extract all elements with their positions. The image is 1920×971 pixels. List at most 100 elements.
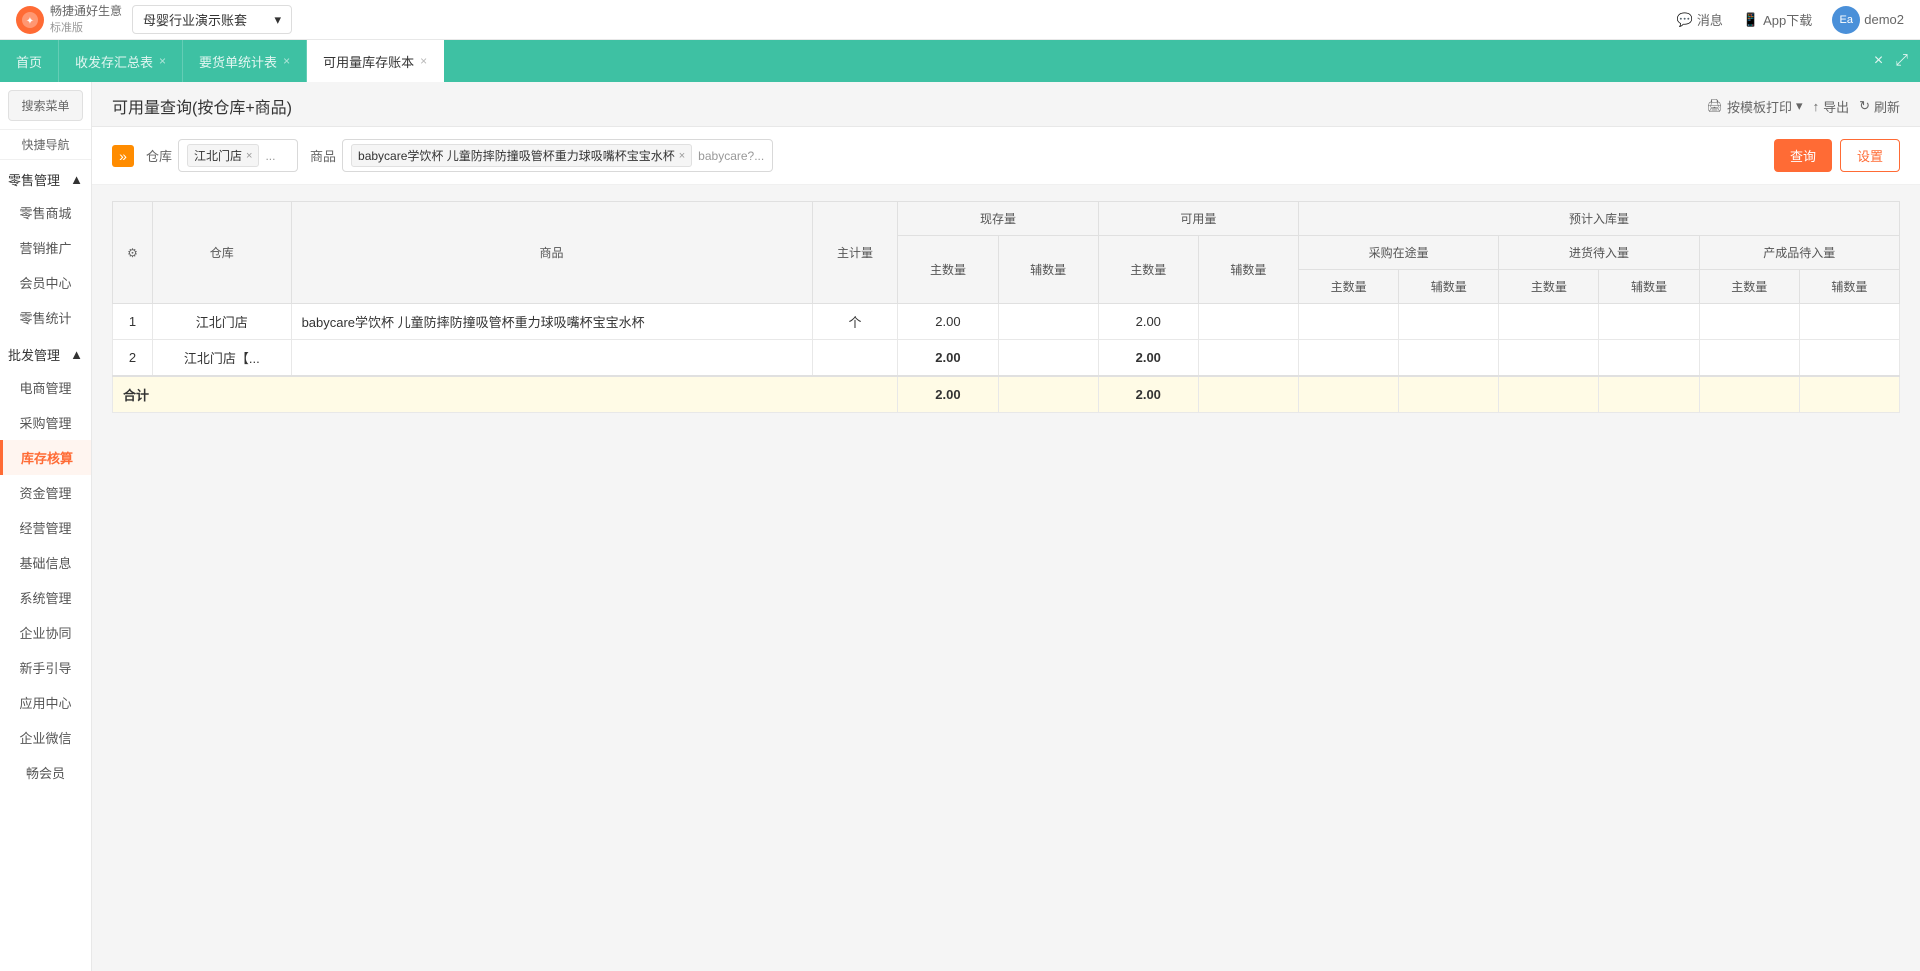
filter-product: 商品 babycare学饮杯 儿童防摔防撞吸管杯重力球吸嘴杯宝宝水杯 × bab… xyxy=(310,139,773,172)
tab-receive[interactable]: 收发存汇总表 × xyxy=(59,40,183,82)
th-product-main: 主数量 xyxy=(1699,270,1799,304)
group-retail-header[interactable]: 零售管理 ▲ xyxy=(0,160,91,195)
user-menu[interactable]: Ea demo2 xyxy=(1832,6,1904,34)
filter-expand-button[interactable]: » xyxy=(112,145,134,167)
refresh-label: 刷新 xyxy=(1874,97,1900,116)
footer-product-aux xyxy=(1799,376,1899,413)
sidebar-item-operations[interactable]: 经营管理 xyxy=(0,510,91,545)
warehouse-filter-label: 仓库 xyxy=(146,146,172,165)
avatar-initial: Ea xyxy=(1840,14,1853,26)
th-settings: ⚙ xyxy=(113,202,153,304)
export-button[interactable]: ↑ 导出 xyxy=(1813,97,1850,116)
row1-incoming-aux xyxy=(1599,304,1699,340)
warehouse-filter-input[interactable]: 江北门店 × ... xyxy=(178,139,298,172)
sidebar-item-member[interactable]: 会员中心 xyxy=(0,265,91,300)
th-product-pending: 产成品待入量 xyxy=(1699,236,1899,270)
sidebar-item-finance[interactable]: 资金管理 xyxy=(0,475,91,510)
search-menu-button[interactable]: 搜索菜单 xyxy=(8,90,83,121)
sidebar-item-guide[interactable]: 新手引导 xyxy=(0,650,91,685)
sidebar-item-app-center[interactable]: 应用中心 xyxy=(0,685,91,720)
group-wholesale-header[interactable]: 批发管理 ▲ xyxy=(0,335,91,370)
industry-selector[interactable]: 母婴行业演示账套 xyxy=(132,5,292,34)
row1-current-aux xyxy=(998,304,1098,340)
footer-purchase-main xyxy=(1299,376,1399,413)
product-tag-1-close[interactable]: × xyxy=(679,150,685,162)
message-button[interactable]: 💬 消息 xyxy=(1677,10,1723,29)
sidebar-item-marketing[interactable]: 营销推广 xyxy=(0,230,91,265)
app-icon: 📱 xyxy=(1743,12,1759,28)
row2-product-aux xyxy=(1799,340,1899,377)
table-settings-icon[interactable]: ⚙ xyxy=(127,246,138,260)
sidebar-item-wechat[interactable]: 企业微信 xyxy=(0,720,91,755)
sidebar-search: 搜索菜单 xyxy=(0,82,91,130)
close-all-button[interactable]: × xyxy=(1874,52,1883,70)
sidebar-item-basic[interactable]: 基础信息 xyxy=(0,545,91,580)
row2-purchase-aux xyxy=(1399,340,1499,377)
sidebar-item-purchase[interactable]: 采购管理 xyxy=(0,405,91,440)
sidebar-item-member2[interactable]: 畅会员 xyxy=(0,755,91,790)
sidebar-item-ecommerce[interactable]: 电商管理 xyxy=(0,370,91,405)
row1-unit: 个 xyxy=(812,304,898,340)
footer-avail-aux xyxy=(1198,376,1298,413)
sidebar-item-retail-stat[interactable]: 零售统计 xyxy=(0,300,91,335)
expand-button[interactable]: ⤢ xyxy=(1895,52,1908,70)
th-unit: 主计量 xyxy=(812,202,898,304)
refresh-button[interactable]: ↻ 刷新 xyxy=(1859,97,1900,116)
sidebar-item-retail-mall[interactable]: 零售商城 xyxy=(0,195,91,230)
sidebar-item-inventory[interactable]: 库存核算 xyxy=(0,440,91,475)
chevron-up-icon: ▲ xyxy=(70,172,83,187)
tab-order-stat[interactable]: 要货单统计表 × xyxy=(183,40,307,82)
logo-icon: ✦ xyxy=(16,6,44,34)
warehouse-more[interactable]: ... xyxy=(265,149,275,163)
page-title: 可用量查询(按仓库+商品) xyxy=(112,94,292,118)
filter-bar: » 仓库 江北门店 × ... 商品 babycare学饮杯 儿童防摔防撞吸管杯… xyxy=(92,127,1920,185)
svg-text:✦: ✦ xyxy=(26,16,34,27)
print-button[interactable]: 🖨 按模板打印 ▾ xyxy=(1707,97,1803,116)
nav-tabs: 首页 收发存汇总表 × 要货单统计表 × 可用量库存账本 × × ⤢ xyxy=(0,40,1920,82)
row2-avail-main: 2.00 xyxy=(1098,340,1198,377)
row1-product: babycare学饮杯 儿童防摔防撞吸管杯重力球吸嘴杯宝宝水杯 xyxy=(291,304,812,340)
page-actions: 🖨 按模板打印 ▾ ↑ 导出 ↻ 刷新 xyxy=(1707,97,1901,116)
footer-product-main xyxy=(1699,376,1799,413)
sidebar: 搜索菜单 快捷导航 零售管理 ▲ 零售商城 营销推广 会员中心 零售统计 批发管… xyxy=(0,82,92,971)
expand-filter-icon: » xyxy=(119,148,127,164)
row1-avail-aux xyxy=(1198,304,1298,340)
query-button[interactable]: 查询 xyxy=(1774,139,1832,172)
th-purchase-transit: 采购在途量 xyxy=(1299,236,1499,270)
content: 可用量查询(按仓库+商品) 🖨 按模板打印 ▾ ↑ 导出 ↻ 刷新 xyxy=(92,82,1920,971)
print-label: 按模板打印 xyxy=(1727,97,1792,116)
group-retail: 零售管理 ▲ 零售商城 营销推广 会员中心 零售统计 xyxy=(0,160,91,335)
footer-row: 合计 2.00 2.00 xyxy=(113,376,1900,413)
export-icon: ↑ xyxy=(1813,99,1820,114)
table-container: ⚙ 仓库 商品 主计量 现存量 可用量 预计入库量 主数量 辅数量 xyxy=(92,185,1920,971)
sidebar-item-enterprise[interactable]: 企业协同 xyxy=(0,615,91,650)
message-icon: 💬 xyxy=(1677,12,1693,28)
user-name: demo2 xyxy=(1864,12,1904,27)
group-retail-label: 零售管理 xyxy=(8,170,60,189)
row2-unit xyxy=(812,340,898,377)
tab-receive-close[interactable]: × xyxy=(159,54,166,68)
footer-current-aux xyxy=(998,376,1098,413)
quick-nav-button[interactable]: 快捷导航 xyxy=(0,130,91,160)
app-download-button[interactable]: 📱 App下载 xyxy=(1743,10,1812,29)
settings-button[interactable]: 设置 xyxy=(1840,139,1900,172)
row2-incoming-main xyxy=(1499,340,1599,377)
footer-current-main: 2.00 xyxy=(898,376,998,413)
product-filter-input[interactable]: babycare学饮杯 儿童防摔防撞吸管杯重力球吸嘴杯宝宝水杯 × babyca… xyxy=(342,139,773,172)
logo-line1: 畅捷通好生意 xyxy=(50,4,122,20)
th-product-aux: 辅数量 xyxy=(1799,270,1899,304)
th-current-aux: 辅数量 xyxy=(998,236,1098,304)
tab-order-stat-close[interactable]: × xyxy=(283,54,290,68)
message-label: 消息 xyxy=(1697,10,1723,29)
warehouse-tag-close[interactable]: × xyxy=(246,150,252,162)
product-more[interactable]: babycare?... xyxy=(698,149,764,163)
row2-current-aux xyxy=(998,340,1098,377)
tab-home[interactable]: 首页 xyxy=(0,40,59,82)
sidebar-item-system[interactable]: 系统管理 xyxy=(0,580,91,615)
row2-avail-aux xyxy=(1198,340,1298,377)
top-bar-left: ✦ 畅捷通好生意 标准版 母婴行业演示账套 xyxy=(16,4,292,36)
tab-available[interactable]: 可用量库存账本 × xyxy=(307,40,444,82)
available-tab-label: 可用量库存账本 xyxy=(323,52,414,71)
tab-available-close[interactable]: × xyxy=(420,54,427,68)
row2-product-main xyxy=(1699,340,1799,377)
